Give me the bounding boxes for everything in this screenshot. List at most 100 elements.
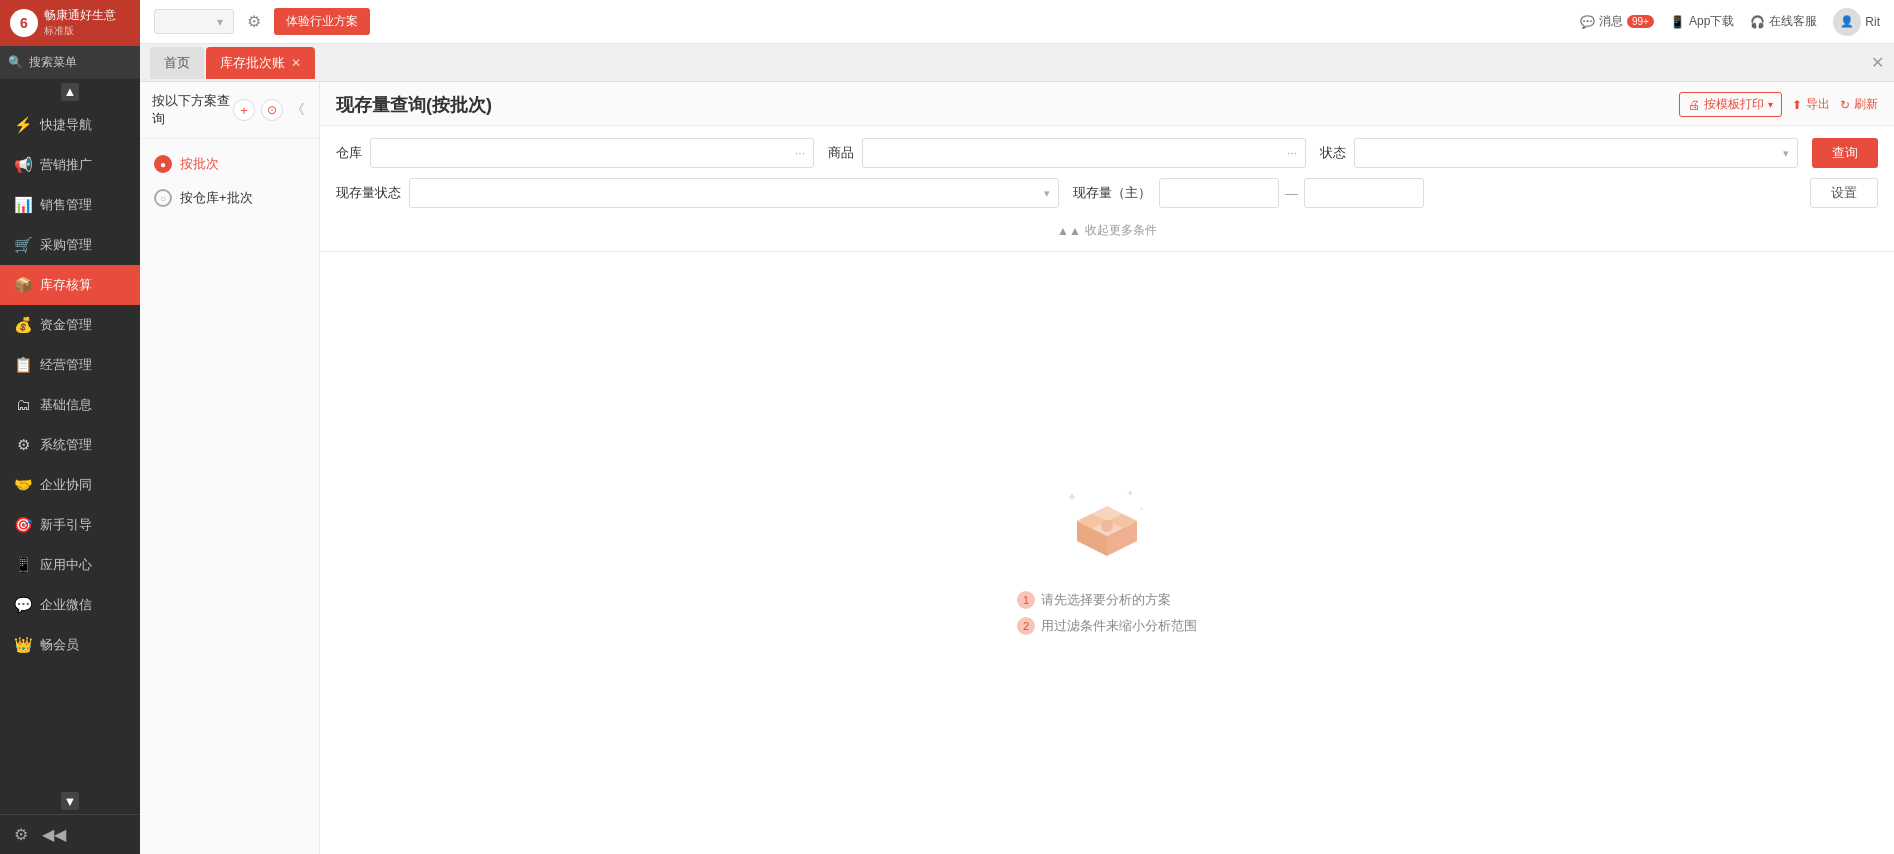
- member-icon: 👑: [14, 636, 32, 654]
- main-area: ▾ ⚙ 体验行业方案 💬 消息 99+ 📱 App下载 🎧 在线客服 👤: [140, 0, 1894, 854]
- breadcrumb-dropdown-icon[interactable]: ▾: [217, 15, 223, 29]
- sidebar-scroll-bottom: ▼: [0, 788, 140, 814]
- tab-bar: 首页 库存批次账 ✕ ✕: [140, 44, 1894, 82]
- app-edition: 标准版: [44, 24, 116, 38]
- sidebar-item-quick-nav[interactable]: ⚡ 快捷导航: [0, 105, 140, 145]
- print-btn[interactable]: 🖨 按模板打印 ▾: [1679, 92, 1782, 117]
- sidebar-item-sales[interactable]: 📊 销售管理: [0, 185, 140, 225]
- product-filter-group: 商品 ···: [828, 138, 1306, 168]
- sidebar-item-wechat[interactable]: 💬 企业微信: [0, 585, 140, 625]
- status-filter-group: 状态 ▾: [1320, 138, 1798, 168]
- wechat-icon: 💬: [14, 596, 32, 614]
- avatar: 👤: [1833, 8, 1861, 36]
- stock-status-select[interactable]: ▾: [409, 178, 1059, 208]
- query-btn[interactable]: 查询: [1812, 138, 1878, 168]
- product-input[interactable]: ···: [862, 138, 1306, 168]
- sidebar-item-label: 经营管理: [40, 356, 92, 374]
- range-dash: —: [1279, 186, 1304, 201]
- sidebar-item-apps[interactable]: 📱 应用中心: [0, 545, 140, 585]
- scheme-settings-btn[interactable]: ⊙: [261, 99, 283, 121]
- sidebar-item-basics[interactable]: 🗂 基础信息: [0, 385, 140, 425]
- scroll-up-btn[interactable]: ▲: [61, 83, 79, 101]
- refresh-icon: ↻: [1840, 98, 1850, 112]
- app-download-label: App下载: [1689, 13, 1734, 30]
- sidebar-item-enterprise[interactable]: 🤝 企业协同: [0, 465, 140, 505]
- sidebar-item-finance[interactable]: 💰 资金管理: [0, 305, 140, 345]
- plus-icon: +: [240, 103, 248, 118]
- user-name: Rit: [1865, 15, 1880, 29]
- tab-home[interactable]: 首页: [150, 47, 204, 79]
- message-badge: 99+: [1627, 15, 1654, 28]
- sidebar-item-system[interactable]: ⚙ 系统管理: [0, 425, 140, 465]
- collapse-sidebar-icon[interactable]: ◀◀: [42, 825, 66, 844]
- radio-icon: ○: [160, 193, 166, 204]
- app-title: 畅康通好生意: [44, 8, 116, 24]
- svg-point-8: [1101, 520, 1113, 532]
- sidebar-item-member[interactable]: 👑 畅会员: [0, 625, 140, 665]
- collapse-up-icon: ▲▲: [1057, 224, 1081, 238]
- message-btn[interactable]: 💬 消息 99+: [1580, 13, 1654, 30]
- collapse-left-panel-btn[interactable]: 《: [289, 101, 307, 119]
- collapse-more-btn[interactable]: ▲▲ 收起更多条件: [336, 218, 1878, 239]
- stock-status-label: 现存量状态: [336, 184, 401, 202]
- avatar-icon: 👤: [1840, 15, 1854, 28]
- app-info: 畅康通好生意 标准版: [44, 8, 116, 38]
- inventory-icon: 📦: [14, 276, 32, 294]
- system-icon: ⚙: [14, 436, 32, 454]
- svg-text:✦: ✦: [1127, 489, 1134, 498]
- topbar-settings-btn[interactable]: ⚙: [240, 8, 268, 36]
- user-menu-btn[interactable]: 👤 Rit: [1833, 8, 1880, 36]
- tip-1-text: 请先选择要分析的方案: [1041, 591, 1171, 609]
- scheme-item-by-warehouse-batch[interactable]: ○ 按仓库+批次: [140, 181, 319, 215]
- sidebar-item-label: 营销推广: [40, 156, 92, 174]
- topbar: ▾ ⚙ 体验行业方案 💬 消息 99+ 📱 App下载 🎧 在线客服 👤: [140, 0, 1894, 44]
- print-dropdown-icon[interactable]: ▾: [1768, 99, 1773, 110]
- empty-state: ✦ ✦ ✦ 1 请先选择要分析的方案 2 用过滤条件来缩小分析范围: [320, 252, 1894, 854]
- topbar-left: ▾ ⚙ 体验行业方案: [154, 8, 1570, 36]
- filter-row-1: 仓库 ··· 商品 ··· 状态: [336, 138, 1878, 168]
- sidebar-item-marketing[interactable]: 📢 营销推广: [0, 145, 140, 185]
- scheme-item-by-batch[interactable]: ● 按批次: [140, 147, 319, 181]
- export-btn[interactable]: ⬆ 导出: [1792, 96, 1830, 113]
- tab-batch-account[interactable]: 库存批次账 ✕: [206, 47, 315, 79]
- chevron-left-icon: 《: [291, 101, 305, 119]
- tip-2-num: 2: [1017, 617, 1035, 635]
- stock-qty-min-input[interactable]: [1159, 178, 1279, 208]
- stock-qty-max-input[interactable]: [1304, 178, 1424, 208]
- svg-text:✦: ✦: [1067, 490, 1077, 504]
- experience-industry-btn[interactable]: 体验行业方案: [274, 8, 370, 35]
- left-panel-actions: + ⊙ 《: [233, 99, 307, 121]
- gear-icon: ⊙: [267, 103, 277, 117]
- sidebar-item-label: 库存核算: [40, 276, 92, 294]
- message-label: 消息: [1599, 13, 1623, 30]
- sidebar-item-newbie[interactable]: 🎯 新手引导: [0, 505, 140, 545]
- sidebar-item-label: 应用中心: [40, 556, 92, 574]
- warehouse-input[interactable]: ···: [370, 138, 814, 168]
- print-label: 按模板打印: [1704, 96, 1764, 113]
- online-service-btn[interactable]: 🎧 在线客服: [1750, 13, 1817, 30]
- scroll-down-btn[interactable]: ▼: [61, 792, 79, 810]
- page-actions: 🖨 按模板打印 ▾ ⬆ 导出 ↻ 刷新: [1679, 92, 1878, 117]
- status-select[interactable]: ▾: [1354, 138, 1798, 168]
- settings-icon[interactable]: ⚙: [14, 825, 28, 844]
- tab-close-btn[interactable]: ✕: [291, 57, 301, 69]
- add-scheme-btn[interactable]: +: [233, 99, 255, 121]
- sidebar-item-inventory[interactable]: 📦 库存核算: [0, 265, 140, 305]
- operations-icon: 📋: [14, 356, 32, 374]
- sidebar-item-label: 基础信息: [40, 396, 92, 414]
- app-download-btn[interactable]: 📱 App下载: [1670, 13, 1734, 30]
- settings-btn[interactable]: 设置: [1810, 178, 1878, 208]
- sales-icon: 📊: [14, 196, 32, 214]
- sidebar-item-label: 企业微信: [40, 596, 92, 614]
- refresh-btn[interactable]: ↻ 刷新: [1840, 96, 1878, 113]
- message-icon: 💬: [1580, 15, 1595, 29]
- scheme-inactive-dot: ○: [154, 189, 172, 207]
- sidebar-nav: ⚡ 快捷导航 📢 营销推广 📊 销售管理 🛒 采购管理 📦 库存核算 💰 资金管…: [0, 105, 140, 788]
- sidebar-search-label: 搜索菜单: [29, 54, 77, 71]
- left-panel-title: 按以下方案查询: [152, 92, 233, 128]
- sidebar-item-operations[interactable]: 📋 经营管理: [0, 345, 140, 385]
- empty-tip-1: 1 请先选择要分析的方案: [1017, 591, 1197, 609]
- sidebar-item-purchase[interactable]: 🛒 采购管理: [0, 225, 140, 265]
- sidebar-search[interactable]: 🔍 搜索菜单: [0, 46, 140, 79]
- panel-close-btn[interactable]: ✕: [1871, 53, 1884, 72]
